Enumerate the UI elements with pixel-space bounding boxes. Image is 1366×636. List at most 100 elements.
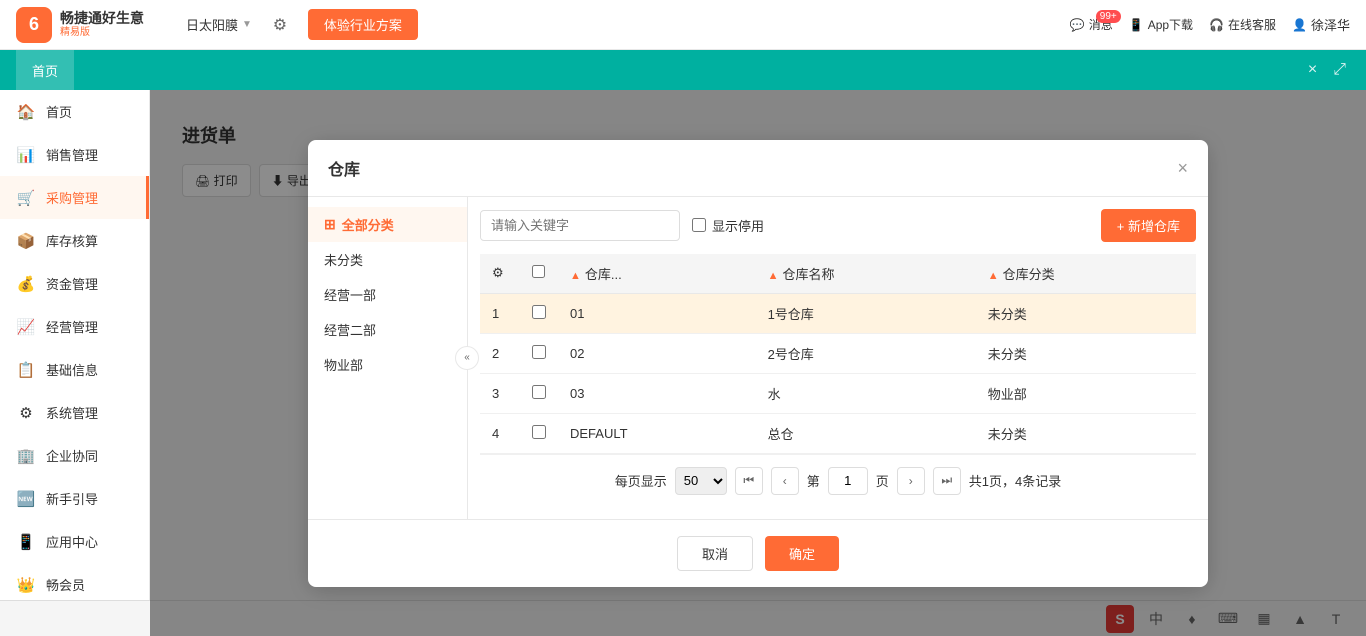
sidebar-item-enterprise[interactable]: 🏢 企业协同 xyxy=(0,434,149,477)
row-4-checkbox[interactable] xyxy=(532,425,546,439)
row-code-1: 01 xyxy=(558,293,756,333)
search-btn[interactable]: 🔍 xyxy=(677,211,680,240)
category-item-0[interactable]: 未分类 xyxy=(308,242,467,277)
row-code-2: 02 xyxy=(558,333,756,373)
table-row[interactable]: 4 DEFAULT 总仓 未分类 xyxy=(480,413,1196,453)
row-category-3: 物业部 xyxy=(976,373,1196,413)
sidebar-item-member-label: 畅会员 xyxy=(46,575,85,594)
sidebar-item-guide[interactable]: 🆕 新手引导 xyxy=(0,477,149,520)
col-code-label: 仓库... xyxy=(585,267,622,282)
page-prev-btn[interactable]: ‹ xyxy=(771,467,799,495)
header-middle: 日太阳膜 ▼ ⚙ 体验行业方案 xyxy=(166,9,1070,41)
table-row[interactable]: 1 01 1号仓库 未分类 xyxy=(480,293,1196,333)
inventory-icon: 📦 xyxy=(16,232,36,250)
sales-icon: 📊 xyxy=(16,146,36,164)
store-selector[interactable]: 日太阳膜 ▼ xyxy=(186,15,252,34)
headset-icon: 🎧 xyxy=(1209,18,1224,32)
panel-collapse-btn[interactable]: « xyxy=(455,346,479,370)
row-2-checkbox[interactable] xyxy=(532,345,546,359)
add-warehouse-btn[interactable]: + 新增仓库 xyxy=(1101,209,1196,242)
row-name-4: 总仓 xyxy=(756,413,976,453)
main-layout: 🏠 首页 📊 销售管理 🛒 采购管理 📦 库存核算 💰 资金管理 📈 经营管理 … xyxy=(0,90,1366,636)
logo-area: 6 畅捷通好生意 精易版 xyxy=(16,7,166,43)
message-icon: 💬 xyxy=(1070,18,1085,32)
sidebar-item-inventory[interactable]: 📦 库存核算 xyxy=(0,219,149,262)
sidebar-item-operation[interactable]: 📈 经营管理 xyxy=(0,305,149,348)
row-category-1: 未分类 xyxy=(976,293,1196,333)
app-download-label: App下载 xyxy=(1148,16,1193,33)
sidebar-item-sales[interactable]: 📊 销售管理 xyxy=(0,133,149,176)
basic-icon: 📋 xyxy=(16,361,36,379)
app-download-btn[interactable]: 📱 App下载 xyxy=(1129,16,1193,33)
try-industry-btn[interactable]: 体验行业方案 xyxy=(308,9,418,40)
table-row[interactable]: 3 03 水 物业部 xyxy=(480,373,1196,413)
logo-icon: 6 xyxy=(16,7,52,43)
row-check-2 xyxy=(520,333,558,373)
cancel-btn[interactable]: 取消 xyxy=(677,536,753,571)
row-more-1: 1 xyxy=(480,293,520,333)
col-category: ▲仓库分类 xyxy=(976,254,1196,294)
sidebar-item-finance[interactable]: 💰 资金管理 xyxy=(0,262,149,305)
category-item-1[interactable]: 经营一部 xyxy=(308,277,467,312)
search-box: 🔍 xyxy=(480,210,680,241)
page-input[interactable] xyxy=(828,467,868,495)
category-all[interactable]: ⊞ 全部分类 xyxy=(308,207,467,242)
table-row[interactable]: 2 02 2号仓库 未分类 xyxy=(480,333,1196,373)
select-all-checkbox[interactable] xyxy=(532,265,545,278)
sidebar-item-system-label: 系统管理 xyxy=(46,403,98,422)
operation-icon: 📈 xyxy=(16,318,36,336)
row-code-3: 03 xyxy=(558,373,756,413)
show-disabled-checkbox[interactable] xyxy=(692,218,706,232)
sidebar-item-home[interactable]: 🏠 首页 xyxy=(0,90,149,133)
search-input[interactable] xyxy=(481,212,677,239)
sub-header-right: × ⤢ xyxy=(1304,57,1350,83)
sidebar-item-purchase[interactable]: 🛒 采购管理 xyxy=(0,176,149,219)
online-service-btn[interactable]: 🎧 在线客服 xyxy=(1209,16,1276,33)
row-1-checkbox[interactable] xyxy=(532,305,546,319)
logo-text: 畅捷通好生意 精易版 xyxy=(60,10,144,39)
settings-icon-btn[interactable]: ⚙ xyxy=(264,9,296,41)
store-name: 日太阳膜 xyxy=(186,15,238,34)
table-panel: 🔍 显示停用 + 新增仓库 xyxy=(468,197,1208,519)
col-category-label: 仓库分类 xyxy=(1003,267,1055,282)
top-header: 6 畅捷通好生意 精易版 日太阳膜 ▼ ⚙ 体验行业方案 💬 消息 99+ 📱 … xyxy=(0,0,1366,50)
message-btn[interactable]: 💬 消息 99+ xyxy=(1070,16,1113,33)
category-item-3[interactable]: 物业部 xyxy=(308,347,467,382)
modal-header: 仓库 × xyxy=(308,140,1208,197)
page-unit: 页 xyxy=(876,471,889,490)
row-name-2: 2号仓库 xyxy=(756,333,976,373)
sub-header: 首页 × ⤢ xyxy=(0,50,1366,90)
header-right: 💬 消息 99+ 📱 App下载 🎧 在线客服 👤 徐泽华 xyxy=(1070,15,1350,34)
page-first-btn[interactable]: ⏮ xyxy=(735,467,763,495)
modal-close-btn[interactable]: × xyxy=(1177,159,1188,177)
message-badge: 99+ xyxy=(1096,10,1121,23)
per-page-select[interactable]: 50 100 xyxy=(675,467,727,495)
sidebar-item-basic[interactable]: 📋 基础信息 xyxy=(0,348,149,391)
warehouse-table: ⚙ ▲仓库... ▲仓库名称 ▲仓库分类 1 xyxy=(480,254,1196,454)
sidebar-item-guide-label: 新手引导 xyxy=(46,489,98,508)
apps-icon: 📱 xyxy=(16,533,36,551)
category-item-2[interactable]: 经营二部 xyxy=(308,312,467,347)
col-name: ▲仓库名称 xyxy=(756,254,976,294)
sidebar-item-inventory-label: 库存核算 xyxy=(46,231,98,250)
purchase-icon: 🛒 xyxy=(16,189,36,207)
guide-icon: 🆕 xyxy=(16,490,36,508)
total-info: 共1页，4条记录 xyxy=(969,471,1061,490)
sidebar-item-system[interactable]: ⚙ 系统管理 xyxy=(0,391,149,434)
category-all-label: 全部分类 xyxy=(342,215,394,234)
confirm-btn[interactable]: 确定 xyxy=(765,536,839,571)
sidebar-item-apps[interactable]: 📱 应用中心 xyxy=(0,520,149,563)
row-more-2: 2 xyxy=(480,333,520,373)
sidebar-item-enterprise-label: 企业协同 xyxy=(46,446,98,465)
store-dropdown-arrow: ▼ xyxy=(242,19,252,30)
sub-nav-home[interactable]: 首页 xyxy=(16,50,74,90)
row-3-checkbox[interactable] xyxy=(532,385,546,399)
modal-toolbar: 🔍 显示停用 + 新增仓库 xyxy=(480,209,1196,242)
page-next-btn[interactable]: › xyxy=(897,467,925,495)
show-disabled-label[interactable]: 显示停用 xyxy=(692,216,764,235)
page-last-btn[interactable]: ⏭ xyxy=(933,467,961,495)
window-close-btn[interactable]: × xyxy=(1304,57,1321,83)
row-category-2: 未分类 xyxy=(976,333,1196,373)
user-area[interactable]: 👤 徐泽华 xyxy=(1292,15,1350,34)
window-expand-btn[interactable]: ⤢ xyxy=(1329,57,1350,83)
